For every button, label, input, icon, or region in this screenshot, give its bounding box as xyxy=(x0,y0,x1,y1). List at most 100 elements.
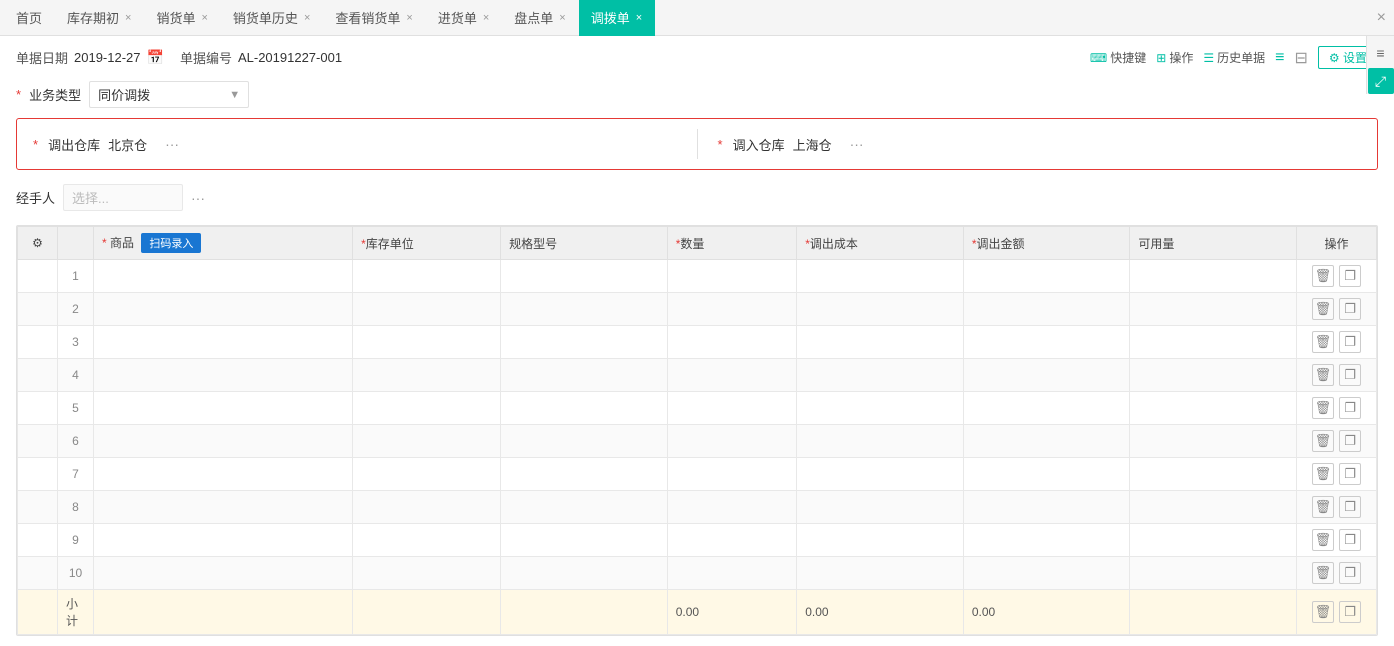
row-cost-cell[interactable] xyxy=(797,359,964,392)
row-amount-cell[interactable] xyxy=(963,359,1130,392)
row-unit-cell[interactable] xyxy=(353,557,501,590)
tab-home[interactable]: 首页 xyxy=(4,0,55,36)
row-qty-cell[interactable] xyxy=(667,293,797,326)
row-cost-cell[interactable] xyxy=(797,557,964,590)
copy-row-button[interactable]: ❐ xyxy=(1339,265,1361,287)
row-amount-cell[interactable] xyxy=(963,491,1130,524)
delete-row-button[interactable]: 🗑 xyxy=(1312,364,1334,386)
row-spec-cell[interactable] xyxy=(501,326,668,359)
handler-more-icon[interactable]: ··· xyxy=(191,190,205,206)
row-cost-cell[interactable] xyxy=(797,260,964,293)
row-qty-cell[interactable] xyxy=(667,392,797,425)
row-goods-cell[interactable] xyxy=(94,326,353,359)
row-amount-cell[interactable] xyxy=(963,557,1130,590)
tab-close-sales-order[interactable]: × xyxy=(201,12,207,24)
tab-purchase-order[interactable]: 进货单 × xyxy=(426,0,502,36)
copy-row-button[interactable]: ❐ xyxy=(1339,562,1361,584)
row-goods-cell[interactable] xyxy=(94,491,353,524)
delete-row-button[interactable]: 🗑 xyxy=(1312,298,1334,320)
tab-close-inventory-init[interactable]: × xyxy=(125,12,131,24)
operations-button[interactable]: ⊞ 操作 xyxy=(1156,49,1193,66)
sidebar-list-icon[interactable]: ≡ xyxy=(1368,40,1394,66)
delete-row-button[interactable]: 🗑 xyxy=(1312,397,1334,419)
delete-row-button[interactable]: 🗑 xyxy=(1312,496,1334,518)
row-unit-cell[interactable] xyxy=(353,524,501,557)
copy-row-button[interactable]: ❐ xyxy=(1339,298,1361,320)
row-unit-cell[interactable] xyxy=(353,359,501,392)
row-qty-cell[interactable] xyxy=(667,491,797,524)
out-warehouse-more-icon[interactable]: ··· xyxy=(165,136,179,152)
copy-row-button[interactable]: ❐ xyxy=(1339,331,1361,353)
row-amount-cell[interactable] xyxy=(963,260,1130,293)
scan-button[interactable]: 扫码录入 xyxy=(141,233,201,253)
row-qty-cell[interactable] xyxy=(667,326,797,359)
delete-row-button[interactable]: 🗑 xyxy=(1312,529,1334,551)
row-amount-cell[interactable] xyxy=(963,425,1130,458)
tab-transfer[interactable]: 调拨单 × xyxy=(579,0,655,36)
table-scroll-area[interactable]: ⚙ * 商品 扫码录入 *库存单位 规格型号 xyxy=(17,226,1377,635)
row-cost-cell[interactable] xyxy=(797,326,964,359)
row-qty-cell[interactable] xyxy=(667,557,797,590)
row-qty-cell[interactable] xyxy=(667,359,797,392)
row-unit-cell[interactable] xyxy=(353,260,501,293)
row-amount-cell[interactable] xyxy=(963,392,1130,425)
row-goods-cell[interactable] xyxy=(94,458,353,491)
subtotal-delete-button[interactable]: 🗑 xyxy=(1312,601,1334,623)
copy-row-button[interactable]: ❐ xyxy=(1339,463,1361,485)
quick-key-button[interactable]: ⌨ 快捷键 xyxy=(1090,49,1146,66)
row-goods-cell[interactable] xyxy=(94,524,353,557)
calendar-icon[interactable]: 📅 xyxy=(147,49,164,66)
tab-sales-history[interactable]: 销货单历史 × xyxy=(221,0,323,36)
business-type-select[interactable]: 同价调拨 ▼ xyxy=(89,81,249,108)
layout-grid-icon[interactable]: ⊟ xyxy=(1294,48,1307,68)
row-spec-cell[interactable] xyxy=(501,359,668,392)
delete-row-button[interactable]: 🗑 xyxy=(1312,331,1334,353)
row-goods-cell[interactable] xyxy=(94,359,353,392)
row-qty-cell[interactable] xyxy=(667,458,797,491)
row-spec-cell[interactable] xyxy=(501,425,668,458)
in-warehouse-more-icon[interactable]: ··· xyxy=(850,136,864,152)
copy-row-button[interactable]: ❐ xyxy=(1339,529,1361,551)
col-gear[interactable]: ⚙ xyxy=(18,227,58,260)
row-qty-cell[interactable] xyxy=(667,260,797,293)
tab-sales-order[interactable]: 销货单 × xyxy=(144,0,220,36)
row-goods-cell[interactable] xyxy=(94,557,353,590)
row-cost-cell[interactable] xyxy=(797,392,964,425)
row-unit-cell[interactable] xyxy=(353,326,501,359)
row-spec-cell[interactable] xyxy=(501,557,668,590)
delete-row-button[interactable]: 🗑 xyxy=(1312,265,1334,287)
row-amount-cell[interactable] xyxy=(963,293,1130,326)
row-unit-cell[interactable] xyxy=(353,293,501,326)
row-amount-cell[interactable] xyxy=(963,458,1130,491)
row-unit-cell[interactable] xyxy=(353,392,501,425)
delete-row-button[interactable]: 🗑 xyxy=(1312,430,1334,452)
history-button[interactable]: ☰ 历史单据 xyxy=(1203,49,1265,66)
delete-row-button[interactable]: 🗑 xyxy=(1312,562,1334,584)
row-amount-cell[interactable] xyxy=(963,524,1130,557)
row-cost-cell[interactable] xyxy=(797,293,964,326)
subtotal-copy-button[interactable]: ❐ xyxy=(1339,601,1361,623)
row-spec-cell[interactable] xyxy=(501,293,668,326)
row-unit-cell[interactable] xyxy=(353,425,501,458)
row-spec-cell[interactable] xyxy=(501,458,668,491)
tab-bar-close-button[interactable]: × xyxy=(1377,9,1386,27)
tab-close-purchase-order[interactable]: × xyxy=(483,12,489,24)
row-goods-cell[interactable] xyxy=(94,392,353,425)
sidebar-expand-icon[interactable]: ⤢ xyxy=(1368,68,1394,94)
row-goods-cell[interactable] xyxy=(94,260,353,293)
row-cost-cell[interactable] xyxy=(797,458,964,491)
row-goods-cell[interactable] xyxy=(94,425,353,458)
row-amount-cell[interactable] xyxy=(963,326,1130,359)
row-spec-cell[interactable] xyxy=(501,491,668,524)
tab-close-stocktake[interactable]: × xyxy=(559,12,565,24)
row-unit-cell[interactable] xyxy=(353,491,501,524)
copy-row-button[interactable]: ❐ xyxy=(1339,430,1361,452)
layout-list-icon[interactable]: ≡ xyxy=(1275,49,1284,67)
row-cost-cell[interactable] xyxy=(797,491,964,524)
tab-close-transfer[interactable]: × xyxy=(636,12,642,24)
row-cost-cell[interactable] xyxy=(797,425,964,458)
copy-row-button[interactable]: ❐ xyxy=(1339,397,1361,419)
delete-row-button[interactable]: 🗑 xyxy=(1312,463,1334,485)
tab-close-view-sales[interactable]: × xyxy=(406,12,412,24)
tab-stocktake[interactable]: 盘点单 × xyxy=(502,0,578,36)
